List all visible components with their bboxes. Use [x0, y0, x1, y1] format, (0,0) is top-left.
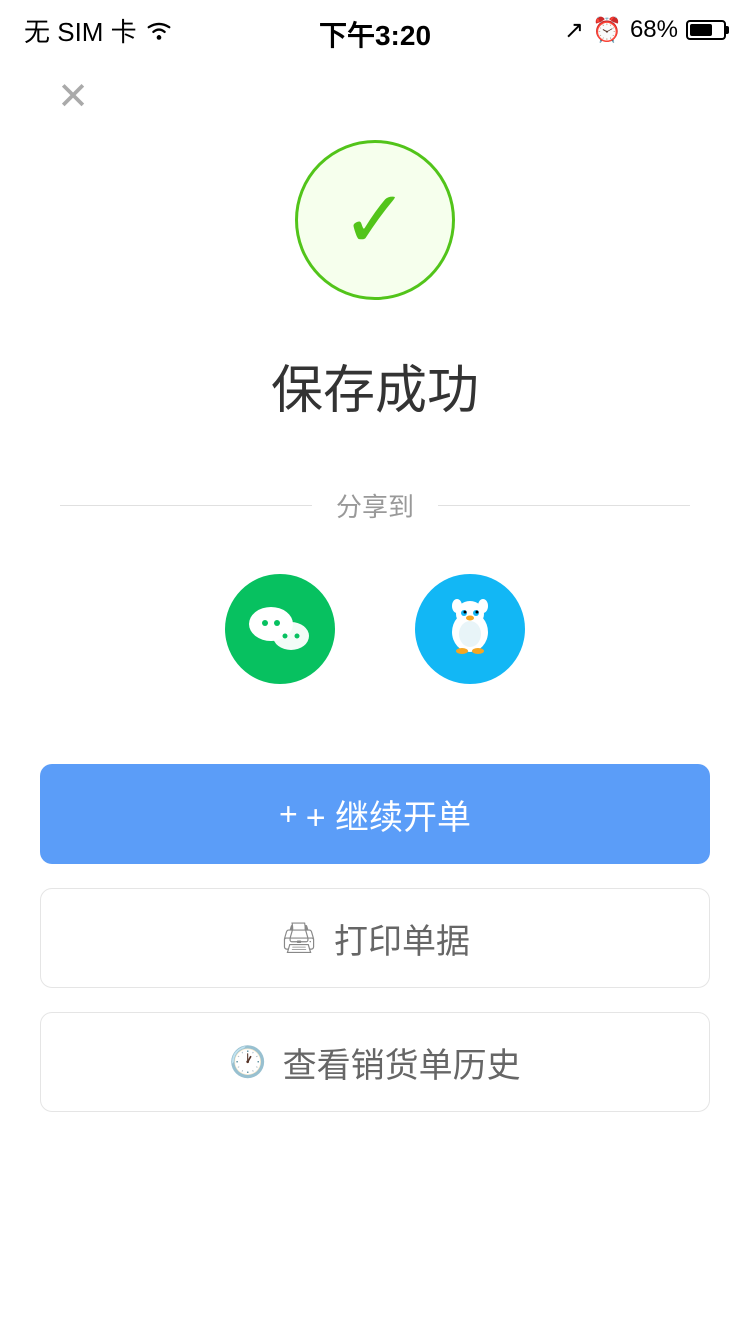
battery-percent: 68% [630, 16, 678, 44]
share-divider: 分享到 [0, 487, 750, 524]
qq-icon-svg [435, 594, 505, 664]
divider-right [438, 505, 690, 506]
close-icon: ✕ [57, 78, 89, 116]
success-circle: ✓ [295, 140, 455, 300]
checkmark-icon: ✓ [341, 180, 408, 260]
close-button[interactable]: ✕ [48, 72, 98, 122]
wifi-icon [145, 19, 173, 41]
divider-left [60, 505, 312, 506]
battery-fill [690, 24, 712, 36]
print-icon: 🖨 [280, 921, 318, 956]
battery-container [686, 20, 726, 40]
battery-icon [686, 20, 726, 40]
status-right: ↗ ⏰ 68% [564, 16, 726, 45]
qq-share-button[interactable] [415, 574, 525, 684]
share-icons [225, 574, 525, 684]
history-label: 查看销货单历史 [283, 1038, 521, 1087]
history-icon: 🕐 [229, 1045, 266, 1080]
location-icon: ↗ [564, 16, 584, 45]
continue-icon: + [279, 796, 298, 833]
action-buttons: + + 继续开单 🖨 打印单据 🕐 查看销货单历史 [0, 764, 750, 1112]
status-bar: 无 SIM 卡 下午3:20 ↗ ⏰ 68% [0, 0, 750, 60]
status-time: 下午3:20 [319, 14, 431, 54]
history-button[interactable]: 🕐 查看销货单历史 [40, 1012, 710, 1112]
continue-button[interactable]: + + 继续开单 [40, 764, 710, 864]
print-label: 打印单据 [334, 914, 470, 963]
alarm-icon: ⏰ [592, 16, 622, 45]
print-button[interactable]: 🖨 打印单据 [40, 888, 710, 988]
wechat-share-button[interactable] [225, 574, 335, 684]
main-content: ✓ 保存成功 分享到 [0, 60, 750, 1112]
continue-label: + 继续开单 [306, 790, 471, 839]
share-section: 分享到 [0, 487, 750, 684]
share-label: 分享到 [312, 487, 438, 524]
sim-label: 无 SIM 卡 [24, 12, 137, 49]
status-left: 无 SIM 卡 [24, 12, 173, 49]
success-title: 保存成功 [271, 348, 479, 423]
wechat-icon-svg [245, 594, 315, 664]
